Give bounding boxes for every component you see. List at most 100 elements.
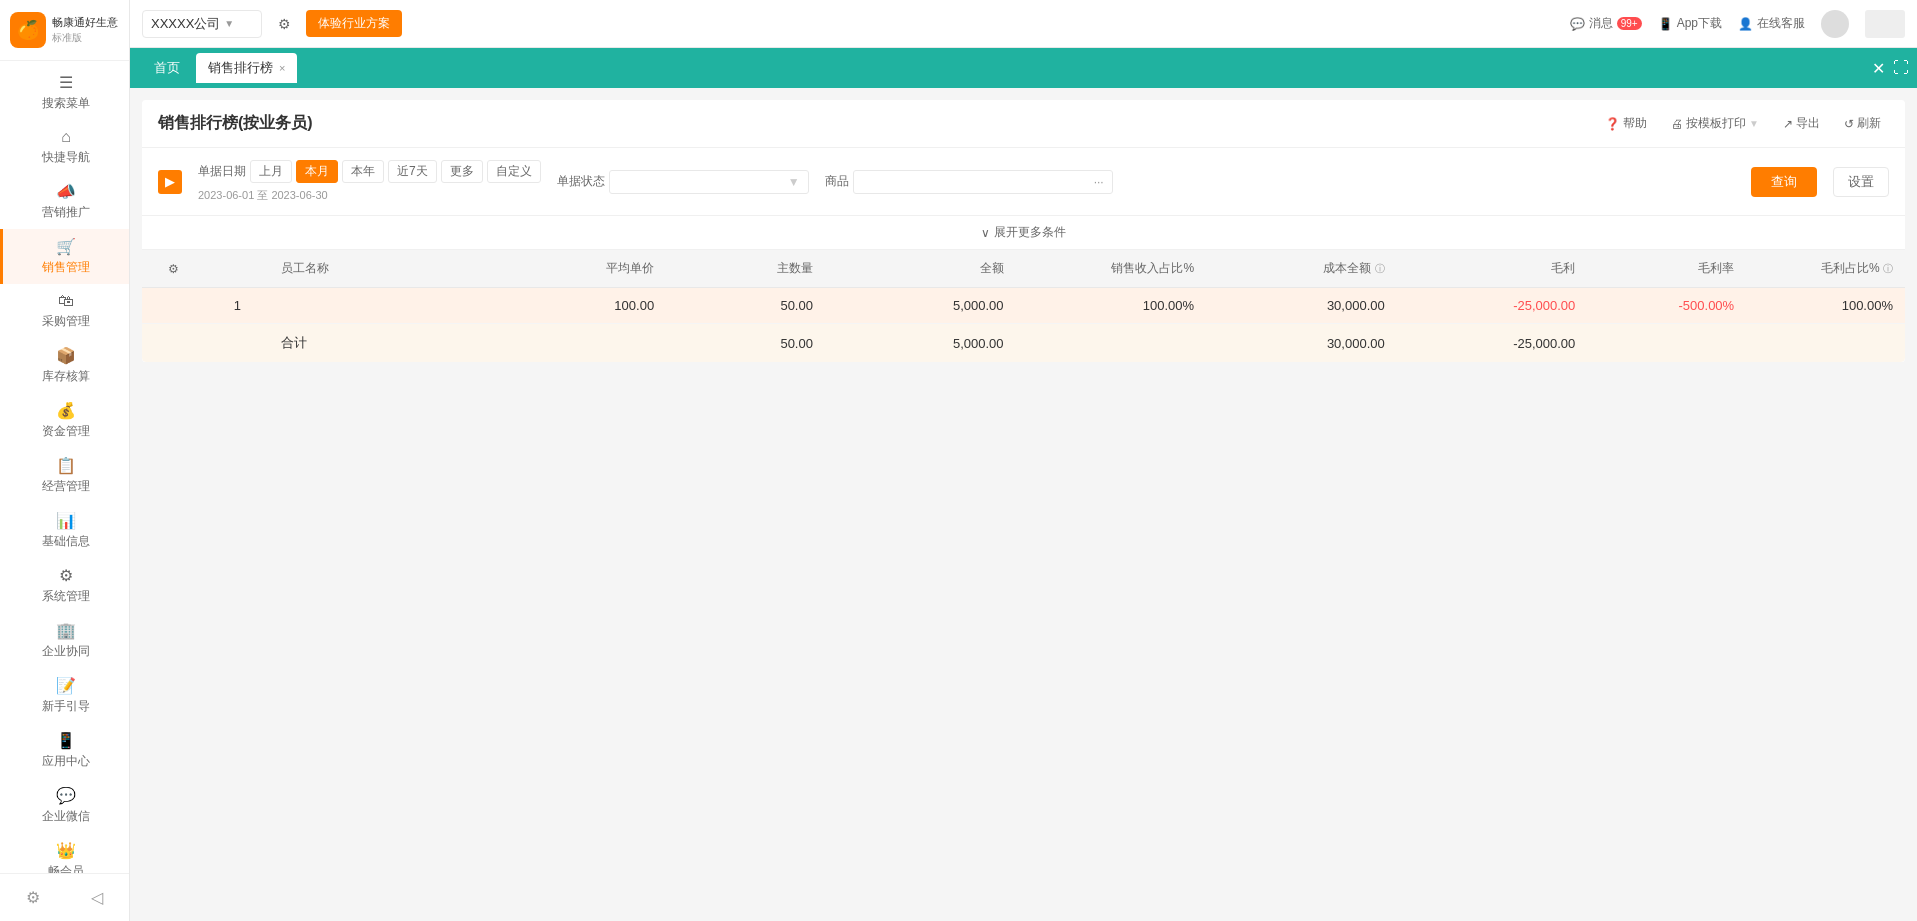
sidebar-item-basic[interactable]: 📊 基础信息	[0, 503, 129, 558]
refresh-btn[interactable]: ↺ 刷新	[1836, 112, 1889, 135]
tab-label: 销售排行榜	[208, 59, 273, 77]
system-icon: ⚙	[59, 566, 73, 585]
sidebar-item-shortcut[interactable]: ⌂ 快捷导航	[0, 120, 129, 174]
export-btn[interactable]: ↗ 导出	[1775, 112, 1828, 135]
messages-btn[interactable]: 💬 消息 99+	[1570, 15, 1642, 32]
avatar[interactable]	[1821, 10, 1849, 38]
help-icon: ❓	[1605, 117, 1620, 131]
sidebar-item-wechat[interactable]: 💬 企业微信	[0, 778, 129, 833]
col-settings[interactable]: ⚙	[142, 250, 206, 288]
export-icon: ↗	[1783, 117, 1793, 131]
date-btn-this-year[interactable]: 本年	[342, 160, 384, 183]
appstore-icon: 📱	[56, 731, 76, 750]
company-selector[interactable]: XXXXX公司 ▼	[142, 10, 262, 38]
goods-filter-label: 商品	[825, 173, 849, 190]
tab-close-icon[interactable]: ×	[279, 62, 285, 74]
online-service-btn[interactable]: 👤 在线客服	[1738, 15, 1805, 32]
tab-close-window-icon[interactable]: ✕	[1872, 59, 1885, 78]
sidebar-item-sales[interactable]: 🛒 销售管理	[0, 229, 129, 284]
cell-cost: 30,000.00	[1206, 288, 1397, 324]
sidebar-item-operations[interactable]: 📋 经营管理	[0, 448, 129, 503]
settings-bottom-icon[interactable]: ⚙	[22, 884, 44, 911]
company-name: XXXXX公司	[151, 15, 220, 33]
date-btn-last-month[interactable]: 上月	[250, 160, 292, 183]
home-icon: ⌂	[61, 128, 71, 146]
print-label: 按模板打印	[1686, 115, 1746, 132]
collapse-filter-btn[interactable]: ▶	[158, 170, 182, 194]
cell-sales-pct: 100.00%	[1016, 288, 1207, 324]
sidebar-item-purchase[interactable]: 🛍 采购管理	[0, 284, 129, 338]
table-row: 1 100.00 50.00 5,000.00 100.00% 30,000.0…	[142, 288, 1905, 324]
tabbar: 首页 销售排行榜 × ✕ ⛶	[130, 48, 1917, 88]
sidebar-bottom: ⚙ ◁	[0, 873, 129, 921]
inventory-icon: 📦	[56, 346, 76, 365]
goods-more-icon: ···	[1094, 175, 1104, 189]
tab-sales-ranking[interactable]: 销售排行榜 ×	[196, 53, 297, 83]
col-qty: 主数量	[666, 250, 825, 288]
cell-settings	[142, 288, 206, 324]
sidebar-item-guide[interactable]: 📝 新手引导	[0, 668, 129, 723]
sidebar: 🍊 畅康通好生意 标准版 ☰ 搜索菜单 ⌂ 快捷导航 📣 营销推广 🛒 销售管理…	[0, 0, 130, 921]
date-btn-custom[interactable]: 自定义	[487, 160, 541, 183]
user-info[interactable]	[1865, 10, 1905, 38]
status-dropdown-icon: ▼	[788, 175, 800, 189]
main-area: XXXXX公司 ▼ ⚙ 体验行业方案 💬 消息 99+ 📱 App下载 👤 在线…	[130, 0, 1917, 921]
date-btn-more[interactable]: 更多	[441, 160, 483, 183]
cell-employee-name	[269, 288, 507, 324]
logo-sub: 标准版	[52, 31, 118, 45]
sidebar-item-search[interactable]: ☰ 搜索菜单	[0, 65, 129, 120]
tab-maximize-icon[interactable]: ⛶	[1893, 59, 1909, 78]
date-filter-row: 单据日期 上月 本月 本年 近7天 更多 自定义	[198, 160, 541, 183]
messages-badge: 99+	[1617, 17, 1642, 30]
table-body: 1 100.00 50.00 5,000.00 100.00% 30,000.0…	[142, 288, 1905, 324]
enterprise-icon: 🏢	[56, 621, 76, 640]
sidebar-item-enterprise[interactable]: 🏢 企业协同	[0, 613, 129, 668]
print-btn[interactable]: 🖨 按模板打印 ▼	[1663, 112, 1767, 135]
settings-filter-btn[interactable]: 设置	[1833, 167, 1889, 197]
sidebar-item-finance[interactable]: 💰 资金管理	[0, 393, 129, 448]
collapse-sidebar-icon[interactable]: ◁	[87, 884, 107, 911]
message-icon: 💬	[1570, 17, 1585, 31]
cell-rank: 1	[206, 288, 270, 324]
basic-icon: 📊	[56, 511, 76, 530]
sidebar-item-marketing[interactable]: 📣 营销推广	[0, 174, 129, 229]
sidebar-item-inventory[interactable]: 📦 库存核算	[0, 338, 129, 393]
cell-qty: 50.00	[666, 288, 825, 324]
footer-gross-rate	[1587, 324, 1746, 363]
marketing-icon: 📣	[56, 182, 76, 201]
trial-btn[interactable]: 体验行业方案	[306, 10, 402, 37]
page-title: 销售排行榜(按业务员)	[158, 113, 313, 134]
ranking-table: ⚙ 员工名称 平均单价 主数量 全额 销售收入占比% 成本全额 ⓘ	[142, 250, 1905, 362]
date-btn-7days[interactable]: 近7天	[388, 160, 437, 183]
filter-row: ▶ 单据日期 上月 本月 本年 近7天 更多 自定义 2023-06-01 至 …	[158, 160, 1889, 203]
app-download-label: App下载	[1677, 15, 1722, 32]
chevron-down-icon: ∨	[981, 226, 990, 240]
status-select[interactable]: ▼	[609, 170, 809, 194]
query-btn[interactable]: 查询	[1751, 167, 1817, 197]
print-chevron-icon: ▼	[1749, 118, 1759, 129]
sidebar-item-member[interactable]: 👑 畅会员	[0, 833, 129, 873]
cost-help-icon[interactable]: ⓘ	[1375, 263, 1385, 274]
operations-icon: 📋	[56, 456, 76, 475]
help-btn[interactable]: ❓ 帮助	[1597, 112, 1655, 135]
content-area: 销售排行榜(按业务员) ❓ 帮助 🖨 按模板打印 ▼ ↗ 导出	[130, 88, 1917, 921]
cell-avg-price: 100.00	[507, 288, 666, 324]
page-wrapper: 销售排行榜(按业务员) ❓ 帮助 🖨 按模板打印 ▼ ↗ 导出	[142, 100, 1905, 362]
sidebar-item-appstore[interactable]: 📱 应用中心	[0, 723, 129, 778]
tab-home[interactable]: 首页	[138, 53, 196, 83]
col-cost: 成本全额 ⓘ	[1206, 250, 1397, 288]
sidebar-item-system[interactable]: ⚙ 系统管理	[0, 558, 129, 613]
table-container: ⚙ 员工名称 平均单价 主数量 全额 销售收入占比% 成本全额 ⓘ	[142, 250, 1905, 362]
col-gross-pct: 毛利占比% ⓘ	[1746, 250, 1905, 288]
app-download-btn[interactable]: 📱 App下载	[1658, 15, 1722, 32]
table-header: ⚙ 员工名称 平均单价 主数量 全额 销售收入占比% 成本全额 ⓘ	[142, 250, 1905, 288]
expand-label: 展开更多条件	[994, 224, 1066, 241]
expand-conditions-btn[interactable]: ∨ 展开更多条件	[981, 224, 1066, 241]
goods-select[interactable]: ···	[853, 170, 1113, 194]
date-btn-this-month[interactable]: 本月	[296, 160, 338, 183]
wechat-icon: 💬	[56, 786, 76, 805]
company-settings-icon[interactable]: ⚙	[270, 10, 298, 38]
footer-qty: 50.00	[666, 324, 825, 363]
guide-icon: 📝	[56, 676, 76, 695]
gross-pct-help-icon[interactable]: ⓘ	[1883, 263, 1893, 274]
